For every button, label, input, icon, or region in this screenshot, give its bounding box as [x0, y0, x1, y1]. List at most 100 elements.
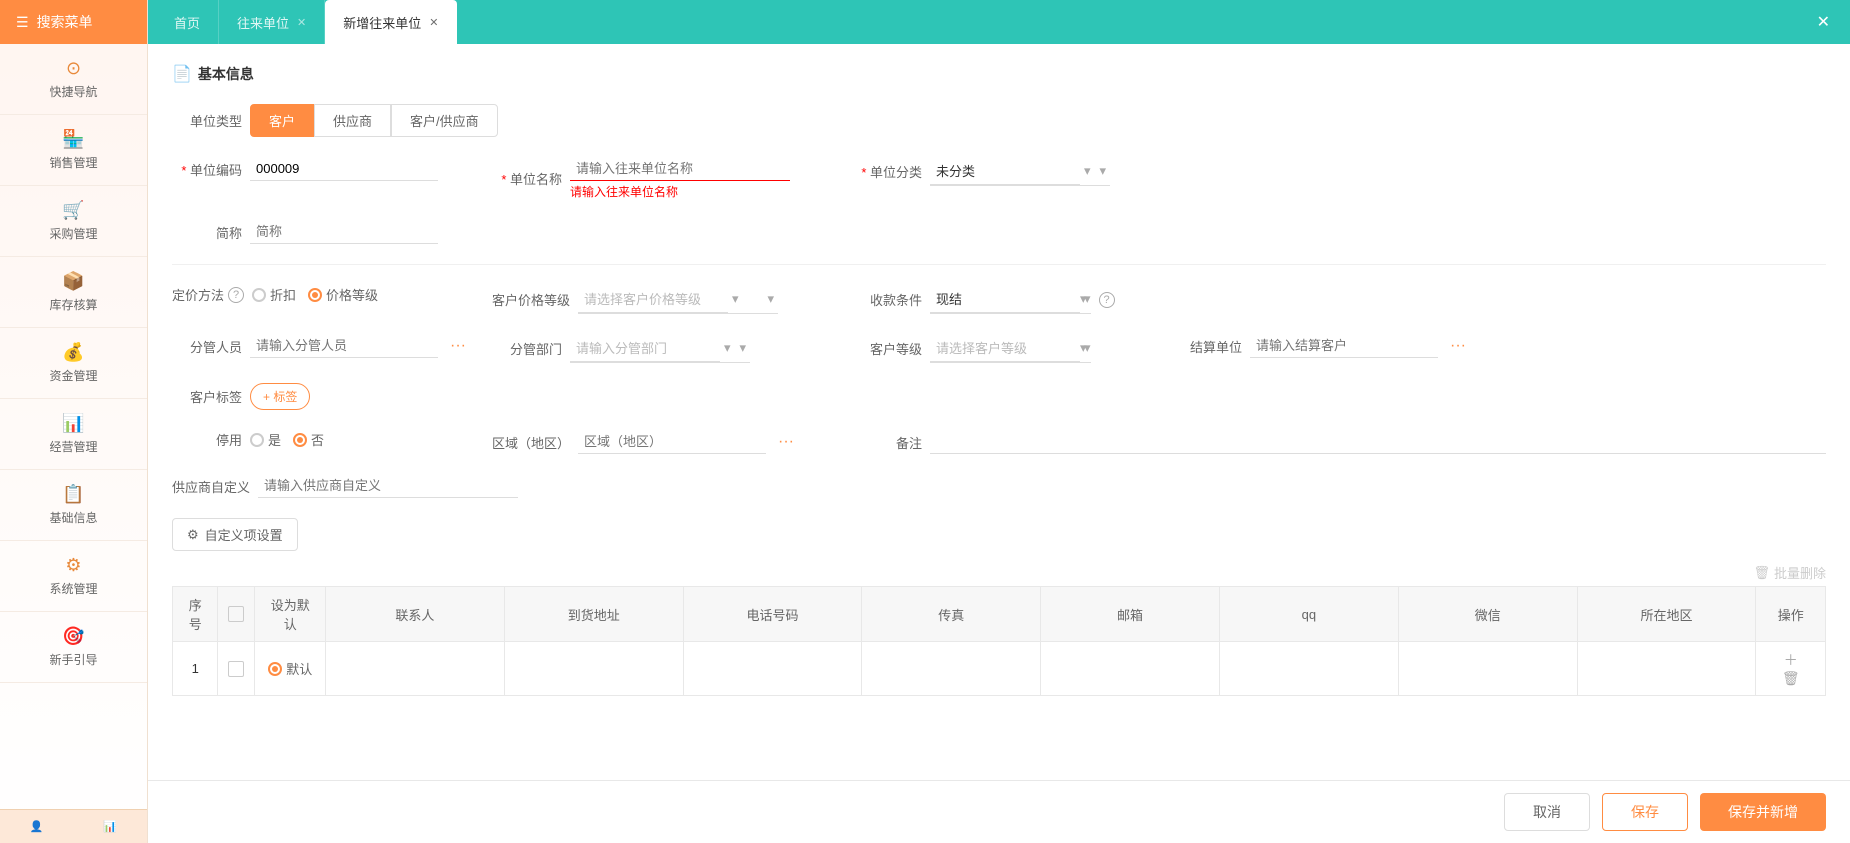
- row-wechat-input[interactable]: [1409, 661, 1567, 676]
- pricing-radio-level[interactable]: 价格等级: [308, 285, 378, 304]
- sidebar-item-system[interactable]: ⚙ 系统管理: [0, 541, 147, 612]
- sidebar-bottom-user[interactable]: 👤: [0, 810, 74, 843]
- row-contact-input[interactable]: [336, 661, 494, 676]
- customer-level-placeholder: 请选择客户等级: [930, 334, 1080, 362]
- section-icon: 📄: [172, 64, 192, 84]
- row-default-circle: [268, 662, 282, 676]
- custom-settings-button[interactable]: ⚙ 自定义项设置: [172, 518, 298, 551]
- unit-type-group: 单位类型 客户 供应商 客户/供应商: [172, 104, 1826, 137]
- unit-name-input[interactable]: [570, 157, 790, 181]
- disabled-radio-yes[interactable]: 是: [250, 430, 281, 449]
- unit-btn-customer[interactable]: 客户: [250, 104, 314, 137]
- row-region-cell[interactable]: [1577, 642, 1756, 696]
- row-address-cell[interactable]: [504, 642, 683, 696]
- contacts-table: 序号 设为默认 联系人 到货地址 电话号码 传真 邮箱 qq 微信 所在地区 操…: [172, 586, 1826, 696]
- row-email-cell[interactable]: [1041, 642, 1220, 696]
- row-contact-cell[interactable]: [326, 642, 505, 696]
- customer-price-level-wrapper[interactable]: 请选择客户价格等级 ▾: [578, 285, 778, 314]
- short-name-group: 简称: [172, 220, 492, 244]
- row-default-label: 默认: [286, 659, 312, 678]
- row-phone-cell[interactable]: [683, 642, 862, 696]
- search-menu-button[interactable]: ☰ 搜索菜单: [0, 0, 147, 44]
- tab-bar: 首页 往来单位 ✕ 新增往来单位 ✕ ✕: [148, 0, 1850, 44]
- row-address-input[interactable]: [515, 661, 673, 676]
- department-wrapper[interactable]: 请输入分管部门 ▾: [570, 334, 750, 363]
- add-tag-button[interactable]: + 标签: [250, 383, 310, 410]
- main-area: 首页 往来单位 ✕ 新增往来单位 ✕ ✕ 📄 基本信息 单位类型 客户 供应商 …: [148, 0, 1850, 843]
- supplier-custom-input[interactable]: [258, 474, 518, 498]
- unit-category-value[interactable]: 未分类: [930, 157, 1080, 185]
- pricing-help-icon[interactable]: ?: [228, 287, 244, 303]
- short-name-row: 简称: [172, 220, 1826, 244]
- sidebar-item-label: 销售管理: [49, 154, 97, 171]
- unit-btn-supplier[interactable]: 供应商: [314, 104, 391, 137]
- sidebar-item-quicknav[interactable]: ⊙ 快捷导航: [0, 44, 147, 115]
- finance-icon: 💰: [62, 342, 84, 363]
- sidebar-item-label: 新手引导: [49, 651, 97, 668]
- section-title-text: 基本信息: [198, 64, 254, 84]
- manager-input[interactable]: [250, 334, 438, 358]
- row-checkbox: [218, 642, 255, 696]
- custom-settings-label: 自定义项设置: [205, 525, 283, 544]
- pricing-method-group: 定价方法 ? 折扣 价格等级: [172, 285, 492, 304]
- tab-home[interactable]: 首页: [156, 0, 219, 44]
- row-checkbox-input[interactable]: [228, 661, 244, 677]
- row-region-input[interactable]: [1588, 661, 1746, 676]
- section-basic-info: 📄 基本信息: [172, 64, 1826, 84]
- supplier-custom-row: 供应商自定义: [172, 474, 1826, 498]
- settlement-dots-button[interactable]: ···: [1446, 337, 1470, 355]
- row-qq-cell[interactable]: [1219, 642, 1398, 696]
- sidebar-item-purchase[interactable]: 🛒 采购管理: [0, 186, 147, 257]
- sidebar-item-basic-info[interactable]: 📋 基础信息: [0, 470, 147, 541]
- table-header-row: 序号 设为默认 联系人 到货地址 电话号码 传真 邮箱 qq 微信 所在地区 操…: [173, 587, 1826, 642]
- cancel-button[interactable]: 取消: [1504, 793, 1590, 831]
- row-delete-icon[interactable]: 🗑: [1778, 668, 1804, 688]
- select-all-checkbox[interactable]: [228, 606, 244, 622]
- unit-name-group: 单位名称 请输入往来单位名称: [492, 157, 852, 200]
- save-button[interactable]: 保存: [1602, 793, 1688, 831]
- sidebar-item-inventory[interactable]: 📦 库存核算: [0, 257, 147, 328]
- row-fax-input[interactable]: [872, 661, 1030, 676]
- customer-level-wrapper[interactable]: 请选择客户等级 ▾: [930, 334, 1091, 363]
- unit-name-error: 请输入往来单位名称: [570, 183, 790, 200]
- unit-name-label: 单位名称: [492, 169, 562, 188]
- sidebar-bottom-stats[interactable]: 📊: [74, 810, 148, 843]
- sidebar-item-operations[interactable]: 📊 经营管理: [0, 399, 147, 470]
- pricing-radio-discount[interactable]: 折扣: [252, 285, 296, 304]
- row-qq-input[interactable]: [1230, 661, 1388, 676]
- region-dots-button[interactable]: ···: [774, 433, 798, 451]
- sidebar-item-finance[interactable]: 💰 资金管理: [0, 328, 147, 399]
- tab-transactions-close[interactable]: ✕: [297, 16, 306, 29]
- remarks-input[interactable]: [930, 430, 1826, 454]
- row-seq: 1: [173, 642, 218, 696]
- row-wechat-cell[interactable]: [1398, 642, 1577, 696]
- save-new-button[interactable]: 保存并新增: [1700, 793, 1826, 831]
- unit-btn-both[interactable]: 客户/供应商: [391, 104, 498, 137]
- manager-row: 分管人员 ··· 分管部门 请输入分管部门 ▾ 客户等级 请选择客户等级 ▾ 结…: [172, 334, 1826, 363]
- pricing-method-label: 定价方法 ?: [172, 285, 244, 304]
- row-add-icon[interactable]: ＋: [1780, 650, 1802, 670]
- sidebar-item-guide[interactable]: 🎯 新手引导: [0, 612, 147, 683]
- region-input[interactable]: [578, 430, 766, 454]
- row-email-input[interactable]: [1051, 661, 1209, 676]
- sidebar-item-sales[interactable]: 🏪 销售管理: [0, 115, 147, 186]
- payment-terms-help-icon[interactable]: ?: [1099, 292, 1115, 308]
- unit-code-input[interactable]: [250, 157, 438, 181]
- row-fax-cell[interactable]: [862, 642, 1041, 696]
- tab-transactions[interactable]: 往来单位 ✕: [219, 0, 325, 44]
- tab-new-transaction-close[interactable]: ✕: [429, 16, 438, 29]
- col-phone: 电话号码: [683, 587, 862, 642]
- row-default-radio[interactable]: 默认: [265, 659, 315, 678]
- settlement-input[interactable]: [1250, 334, 1438, 358]
- tab-new-transaction[interactable]: 新增往来单位 ✕: [325, 0, 457, 44]
- short-name-input[interactable]: [250, 220, 438, 244]
- manager-dots-button[interactable]: ···: [446, 337, 470, 355]
- col-qq: qq: [1219, 587, 1398, 642]
- batch-delete-label[interactable]: 批量删除: [1774, 563, 1826, 582]
- disabled-radio-no[interactable]: 否: [293, 430, 324, 449]
- payment-terms-wrapper[interactable]: 现结 ▾: [930, 285, 1091, 314]
- row-phone-input[interactable]: [694, 661, 852, 676]
- tags-group: 客户标签 + 标签: [172, 383, 1826, 410]
- col-address: 到货地址: [504, 587, 683, 642]
- close-all-tabs[interactable]: ✕: [1805, 12, 1842, 32]
